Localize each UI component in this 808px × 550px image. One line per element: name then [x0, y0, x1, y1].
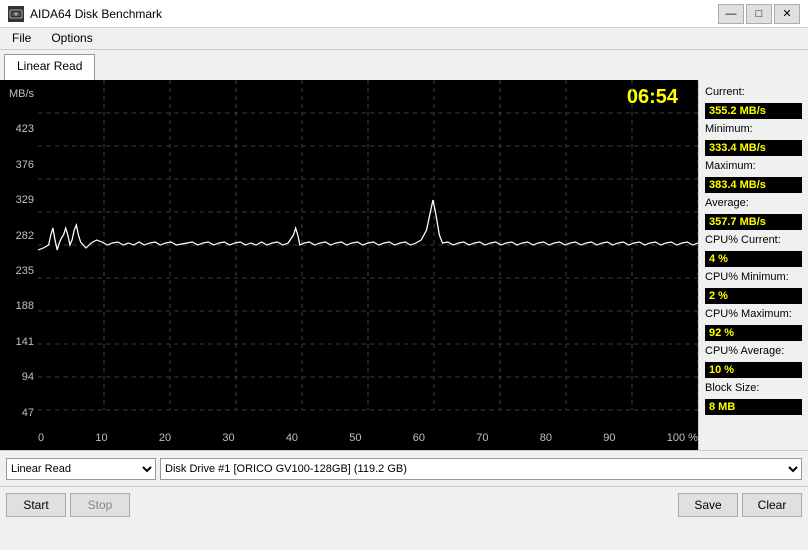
y-label-94: 94 [4, 371, 34, 383]
close-button[interactable]: ✕ [774, 4, 800, 24]
test-select[interactable]: Linear Read Linear Write Random Read Ran… [6, 458, 156, 480]
y-label-376: 376 [4, 159, 34, 171]
cpu-minimum-label: CPU% Minimum: [705, 271, 802, 283]
current-value: 355.2 MB/s [705, 103, 802, 119]
x-label-10: 10 [95, 432, 107, 448]
y-label-188: 188 [4, 300, 34, 312]
block-size-value: 8 MB [705, 399, 802, 415]
bottom-controls: Linear Read Linear Write Random Read Ran… [0, 450, 808, 486]
clear-button[interactable]: Clear [742, 493, 802, 517]
stats-panel: Current: 355.2 MB/s Minimum: 333.4 MB/s … [698, 80, 808, 450]
tab-bar: Linear Read [0, 50, 808, 80]
y-label-423: 423 [4, 123, 34, 135]
average-label: Average: [705, 197, 802, 209]
current-label: Current: [705, 86, 802, 98]
minimum-value: 333.4 MB/s [705, 140, 802, 156]
x-label-20: 20 [159, 432, 171, 448]
x-label-70: 70 [476, 432, 488, 448]
average-value: 357.7 MB/s [705, 214, 802, 230]
chart-area: 06:54 [38, 80, 698, 450]
menu-options[interactable]: Options [43, 30, 100, 47]
cpu-current-label: CPU% Current: [705, 234, 802, 246]
minimum-label: Minimum: [705, 123, 802, 135]
menu-bar: File Options [0, 28, 808, 50]
tab-linear-read[interactable]: Linear Read [4, 54, 95, 80]
y-label-329: 329 [4, 194, 34, 206]
cpu-maximum-value: 92 % [705, 325, 802, 341]
x-label-40: 40 [286, 432, 298, 448]
maximize-button[interactable]: □ [746, 4, 772, 24]
y-axis: MB/s 423 376 329 282 235 188 141 94 47 [0, 80, 38, 450]
y-label-141: 141 [4, 336, 34, 348]
window-title: AIDA64 Disk Benchmark [30, 7, 162, 21]
y-label-47: 47 [4, 407, 34, 419]
y-label-235: 235 [4, 265, 34, 277]
cpu-minimum-value: 2 % [705, 288, 802, 304]
x-label-0: 0 [38, 432, 44, 448]
block-size-label: Block Size: [705, 382, 802, 394]
x-axis: 0 10 20 30 40 50 60 70 80 90 100 % [38, 430, 698, 450]
minimize-button[interactable]: — [718, 4, 744, 24]
save-button[interactable]: Save [678, 493, 738, 517]
chart-container: MB/s 423 376 329 282 235 188 141 94 47 0… [0, 80, 698, 450]
maximum-value: 383.4 MB/s [705, 177, 802, 193]
stop-button[interactable]: Stop [70, 493, 130, 517]
action-bar: Start Stop Save Clear [0, 486, 808, 522]
app-icon [8, 6, 24, 22]
x-label-60: 60 [413, 432, 425, 448]
y-label-mbs: MB/s [4, 88, 34, 100]
x-label-100: 100 % [667, 432, 698, 448]
title-bar-left: AIDA64 Disk Benchmark [8, 6, 162, 22]
cpu-average-value: 10 % [705, 362, 802, 378]
menu-file[interactable]: File [4, 30, 39, 47]
x-label-80: 80 [540, 432, 552, 448]
y-label-282: 282 [4, 230, 34, 242]
drive-select[interactable]: Disk Drive #1 [ORICO GV100-128GB] (119.2… [160, 458, 802, 480]
chart-svg [38, 80, 698, 430]
cpu-current-value: 4 % [705, 251, 802, 267]
maximum-label: Maximum: [705, 160, 802, 172]
x-label-90: 90 [603, 432, 615, 448]
title-bar: AIDA64 Disk Benchmark — □ ✕ [0, 0, 808, 28]
start-button[interactable]: Start [6, 493, 66, 517]
x-label-30: 30 [222, 432, 234, 448]
cpu-maximum-label: CPU% Maximum: [705, 308, 802, 320]
x-label-50: 50 [349, 432, 361, 448]
title-bar-controls[interactable]: — □ ✕ [718, 4, 800, 24]
main-area: MB/s 423 376 329 282 235 188 141 94 47 0… [0, 80, 808, 450]
cpu-average-label: CPU% Average: [705, 345, 802, 357]
